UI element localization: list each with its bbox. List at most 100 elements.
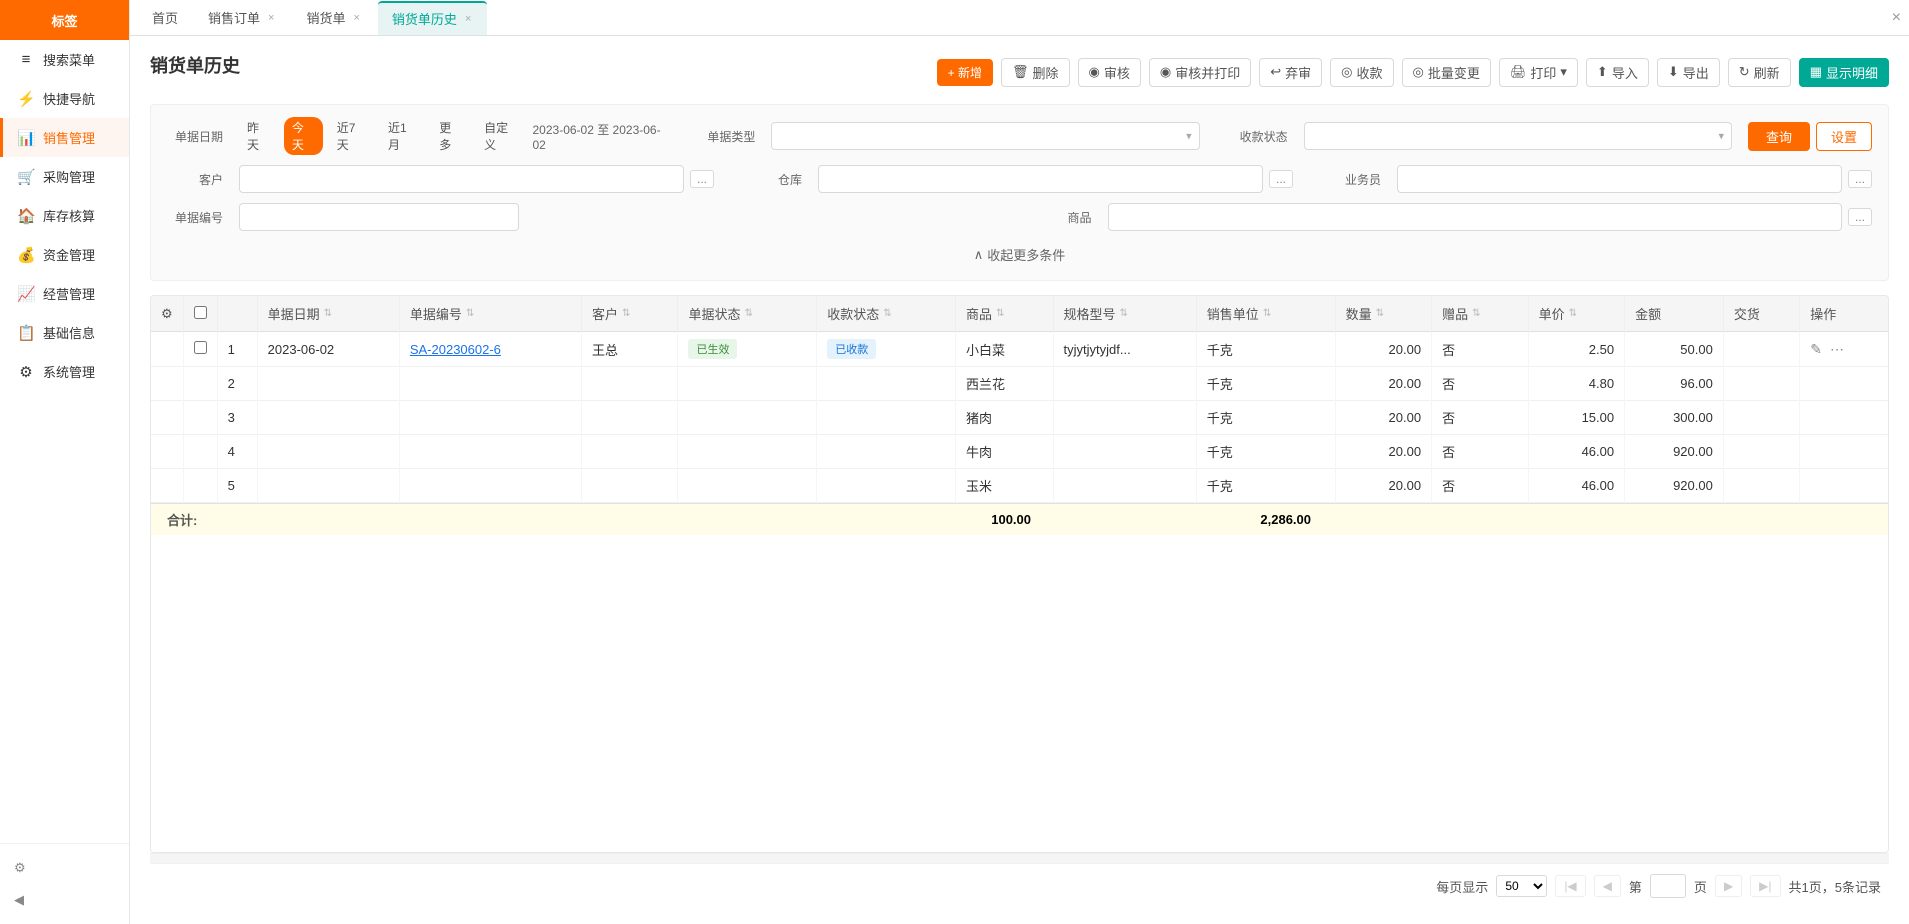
date-tag-today[interactable]: 今天 xyxy=(284,117,323,155)
goods-input[interactable] xyxy=(1108,203,1842,231)
next-page-button[interactable]: ▶ xyxy=(1715,875,1742,897)
horizontal-scrollbar[interactable] xyxy=(150,853,1889,863)
td-sale-unit: 千克 xyxy=(1196,435,1335,469)
tab-sales-delivery[interactable]: 销货单 × xyxy=(292,1,375,35)
print-button[interactable]: 🖨 打印 ▾ xyxy=(1499,58,1578,87)
td-spec-type xyxy=(1053,435,1196,469)
th-customer[interactable]: 客户 ⇅ xyxy=(581,296,678,332)
select-all-checkbox[interactable] xyxy=(194,306,207,319)
salesperson-ellipsis[interactable]: ... xyxy=(1848,170,1872,188)
collect-button[interactable]: ◎ 收款 xyxy=(1330,58,1393,87)
td-payment-status xyxy=(817,435,956,469)
collapse-button[interactable]: ∧ 收起更多条件 xyxy=(966,241,1074,268)
tab-sales-delivery-close[interactable]: × xyxy=(351,11,361,25)
tab-sales-order-close[interactable]: × xyxy=(266,11,276,25)
per-page-select[interactable]: 50 100 xyxy=(1496,875,1547,897)
sidebar-item-base-info[interactable]: 📋 基础信息 xyxy=(0,313,129,352)
edit-icon[interactable]: ✎ xyxy=(1810,341,1822,358)
th-doc-status[interactable]: 单据状态 ⇅ xyxy=(678,296,817,332)
review-print-button[interactable]: ◉ 审核并打印 xyxy=(1149,58,1251,87)
row-checkbox[interactable] xyxy=(194,341,207,354)
payment-status-select[interactable] xyxy=(1304,122,1732,150)
th-gift[interactable]: 赠品 ⇅ xyxy=(1432,296,1529,332)
export-button[interactable]: ⬇ 导出 xyxy=(1657,58,1720,87)
page-input[interactable]: 1 xyxy=(1650,874,1686,898)
customer-input[interactable] xyxy=(239,165,684,193)
collect-icon: ◎ xyxy=(1341,64,1352,80)
review-button[interactable]: ◉ 审核 xyxy=(1078,58,1141,87)
salesperson-input[interactable] xyxy=(1397,165,1842,193)
date-tag-more[interactable]: 更多 xyxy=(431,117,470,155)
th-trade: 交货 xyxy=(1723,296,1799,332)
th-spec-type[interactable]: 规格型号 ⇅ xyxy=(1053,296,1196,332)
tab-home[interactable]: 首页 xyxy=(138,1,192,35)
warehouse-input[interactable] xyxy=(818,165,1263,193)
sidebar-item-system-mgmt[interactable]: ⚙ 系统管理 xyxy=(0,352,129,391)
th-payment-status[interactable]: 收款状态 ⇅ xyxy=(817,296,956,332)
refresh-button[interactable]: ↻ 刷新 xyxy=(1728,58,1791,87)
sales-mgmt-icon: 📊 xyxy=(17,129,35,147)
sidebar-bottom: ⚙ ◀ xyxy=(0,843,129,924)
query-button[interactable]: 查询 xyxy=(1748,122,1810,151)
date-tag-1month[interactable]: 近1月 xyxy=(380,117,425,155)
td-trade xyxy=(1723,332,1799,367)
delete-button[interactable]: 🗑 删除 xyxy=(1001,58,1070,87)
warehouse-field: ... xyxy=(818,165,1293,193)
filter-collapse-row: ∧ 收起更多条件 xyxy=(167,241,1872,268)
td-action xyxy=(1800,401,1888,435)
new-button[interactable]: + 新增 xyxy=(937,59,993,86)
th-doc-no[interactable]: 单据编号 ⇅ xyxy=(399,296,581,332)
date-tag-custom[interactable]: 自定义 xyxy=(476,117,526,155)
td-doc-no: SA-20230602-6 xyxy=(399,332,581,367)
td-gear xyxy=(151,469,183,503)
tab-sales-order[interactable]: 销售订单 × xyxy=(194,1,290,35)
td-sale-unit: 千克 xyxy=(1196,401,1335,435)
show-detail-icon: ▦ xyxy=(1810,64,1822,80)
th-goods[interactable]: 商品 ⇅ xyxy=(955,296,1053,332)
th-doc-date[interactable]: 单据日期 ⇅ xyxy=(257,296,399,332)
last-page-button[interactable]: ▶| xyxy=(1750,875,1780,897)
table-row: 3 猪肉 千克 20.00 否 15.00 300.00 xyxy=(151,401,1888,435)
first-page-button[interactable]: |◀ xyxy=(1555,875,1585,897)
sidebar-item-operations[interactable]: 📈 经营管理 xyxy=(0,274,129,313)
th-gear[interactable]: ⚙ xyxy=(151,296,183,332)
tab-sales-history[interactable]: 销货单历史 × xyxy=(378,1,487,35)
goods-ellipsis[interactable]: ... xyxy=(1848,208,1872,226)
sort-doc-status-icon: ⇅ xyxy=(744,308,752,319)
warehouse-ellipsis[interactable]: ... xyxy=(1269,170,1293,188)
sidebar-settings-btn[interactable]: ⚙ xyxy=(0,852,129,884)
th-unit-price[interactable]: 单价 ⇅ xyxy=(1528,296,1625,332)
page-unit: 页 xyxy=(1694,877,1707,896)
sidebar-item-sales-mgmt[interactable]: 📊 销售管理 xyxy=(0,118,129,157)
tab-sales-history-close[interactable]: × xyxy=(463,12,473,26)
td-payment-status xyxy=(817,401,956,435)
date-tag-7days[interactable]: 近7天 xyxy=(329,117,374,155)
tab-bar-close-all[interactable]: × xyxy=(1892,9,1901,27)
batch-change-button[interactable]: ◎ 批量变更 xyxy=(1402,58,1491,87)
date-tag-yesterday[interactable]: 昨天 xyxy=(239,117,278,155)
sidebar-item-inventory[interactable]: 🏠 库存核算 xyxy=(0,196,129,235)
customer-ellipsis[interactable]: ... xyxy=(690,170,714,188)
import-button[interactable]: ⬆ 导入 xyxy=(1586,58,1649,87)
doc-no-input[interactable] xyxy=(239,203,519,231)
discard-button[interactable]: ↩ 弃审 xyxy=(1259,58,1322,87)
th-qty[interactable]: 数量 ⇅ xyxy=(1335,296,1432,332)
doc-no-link[interactable]: SA-20230602-6 xyxy=(410,342,501,357)
show-detail-button[interactable]: ▦ 显示明细 xyxy=(1799,58,1889,87)
sidebar-item-label: 搜索菜单 xyxy=(43,50,95,69)
td-customer xyxy=(581,469,678,503)
more-icon[interactable]: ⋯ xyxy=(1830,341,1844,358)
goods-field: ... xyxy=(1108,203,1873,231)
sidebar-item-purchase-mgmt[interactable]: 🛒 采购管理 xyxy=(0,157,129,196)
sidebar-item-search-menu[interactable]: ≡ 搜索菜单 xyxy=(0,40,129,79)
doc-type-select[interactable] xyxy=(771,122,1199,150)
sort-doc-date-icon: ⇅ xyxy=(324,308,332,319)
sidebar-collapse-btn[interactable]: ◀ xyxy=(0,884,129,916)
th-sale-unit[interactable]: 销售单位 ⇅ xyxy=(1196,296,1335,332)
sidebar-item-quick-nav[interactable]: ⚡ 快捷导航 xyxy=(0,79,129,118)
sort-qty-icon: ⇅ xyxy=(1376,308,1384,319)
sidebar-item-finance[interactable]: 💰 资金管理 xyxy=(0,235,129,274)
prev-page-button[interactable]: ◀ xyxy=(1594,875,1621,897)
setting-button[interactable]: 设置 xyxy=(1816,122,1872,151)
sidebar-item-label: 经营管理 xyxy=(43,284,95,303)
